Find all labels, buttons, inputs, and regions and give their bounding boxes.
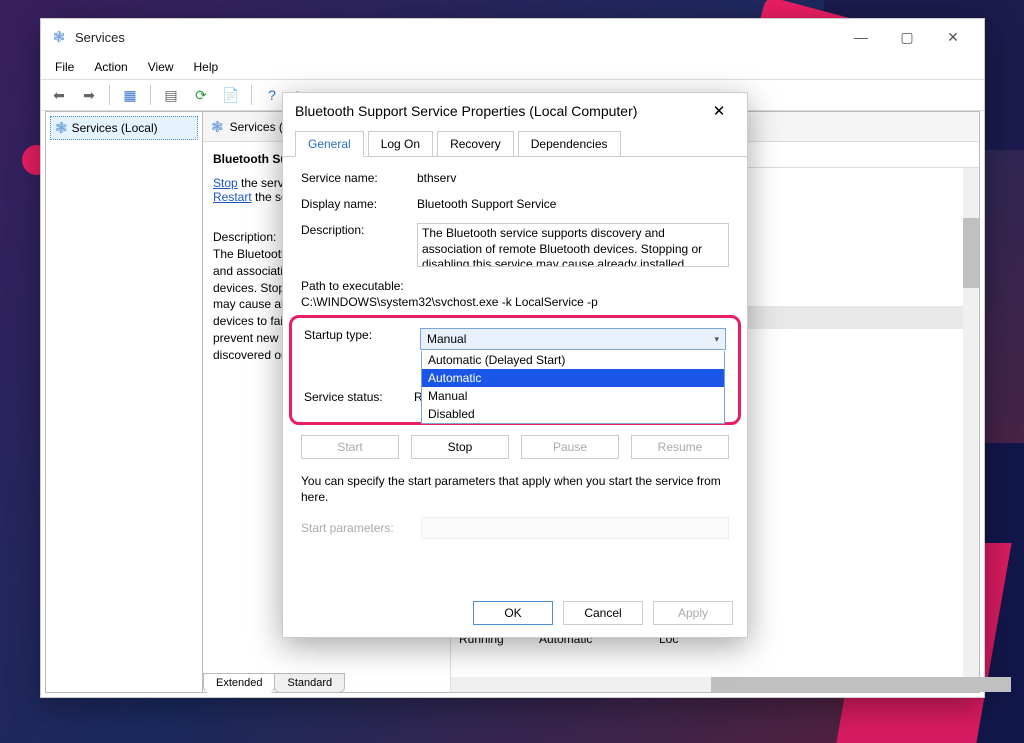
gear-icon: ❃: [211, 118, 224, 136]
horizontal-scrollbar[interactable]: [451, 677, 979, 692]
show-hide-console-tree-icon[interactable]: ▦: [116, 82, 144, 108]
stop-service-link[interactable]: Stop: [213, 176, 238, 190]
tree-services-local[interactable]: ❃ Services (Local): [50, 116, 198, 140]
service-name-label: Service name:: [301, 171, 411, 185]
maximize-button[interactable]: ▢: [884, 21, 930, 53]
tab-recovery[interactable]: Recovery: [437, 131, 514, 156]
resume-button[interactable]: Resume: [631, 435, 729, 459]
startup-current-value: Manual: [427, 332, 466, 346]
services-titlebar[interactable]: ❃ Services — ▢ ✕: [41, 19, 984, 55]
menu-action[interactable]: Action: [86, 57, 135, 77]
menu-help[interactable]: Help: [186, 57, 227, 77]
tree-label: Services (Local): [72, 121, 158, 135]
path-label: Path to executable:: [301, 279, 729, 293]
export-list-icon[interactable]: 📄: [217, 82, 245, 108]
console-tree: ❃ Services (Local): [45, 111, 203, 693]
tab-logon[interactable]: Log On: [368, 131, 433, 156]
startup-type-combobox[interactable]: Manual ▾ Automatic (Delayed Start) Autom…: [420, 328, 726, 350]
stop-button[interactable]: Stop: [411, 435, 509, 459]
display-name-value: Bluetooth Support Service: [417, 197, 729, 211]
vertical-scrollbar[interactable]: [963, 168, 979, 677]
refresh-icon[interactable]: ⟳: [187, 82, 215, 108]
menubar: File Action View Help: [41, 55, 984, 79]
tab-standard[interactable]: Standard: [274, 673, 345, 693]
startup-highlight-box: Startup type: Manual ▾ Automatic (Delaye…: [289, 315, 741, 425]
service-status-label: Service status:: [304, 390, 414, 404]
close-button[interactable]: ✕: [930, 21, 976, 53]
start-params-input: [421, 517, 729, 539]
service-name-value: bthserv: [417, 171, 729, 185]
menu-view[interactable]: View: [140, 57, 182, 77]
display-name-label: Display name:: [301, 197, 411, 211]
dialog-close-button[interactable]: ✕: [703, 97, 735, 125]
back-button[interactable]: ⬅: [45, 82, 73, 108]
minimize-button[interactable]: —: [838, 21, 884, 53]
services-title: Services: [75, 30, 125, 45]
gear-icon: ❃: [55, 119, 68, 137]
tab-extended[interactable]: Extended: [203, 673, 275, 693]
tab-dependencies[interactable]: Dependencies: [518, 131, 621, 156]
start-button[interactable]: Start: [301, 435, 399, 459]
tab-general[interactable]: General: [295, 131, 364, 157]
start-params-info: You can specify the start parameters tha…: [301, 473, 729, 505]
cancel-button[interactable]: Cancel: [563, 601, 643, 625]
dialog-title: Bluetooth Support Service Properties (Lo…: [295, 103, 637, 119]
ok-button[interactable]: OK: [473, 601, 553, 625]
properties-icon[interactable]: ▤: [157, 82, 185, 108]
option-automatic[interactable]: Automatic: [422, 369, 724, 387]
service-properties-dialog: Bluetooth Support Service Properties (Lo…: [282, 92, 748, 638]
description-label: Description:: [301, 223, 411, 237]
start-params-label: Start parameters:: [301, 521, 411, 535]
option-disabled[interactable]: Disabled: [422, 405, 724, 423]
pause-button[interactable]: Pause: [521, 435, 619, 459]
option-manual[interactable]: Manual: [422, 387, 724, 405]
option-automatic-delayed[interactable]: Automatic (Delayed Start): [422, 351, 724, 369]
restart-service-link[interactable]: Restart: [213, 190, 252, 204]
startup-type-label: Startup type:: [304, 328, 414, 342]
startup-type-dropdown: Automatic (Delayed Start) Automatic Manu…: [421, 351, 725, 424]
services-app-icon: ❃: [49, 27, 69, 47]
description-textbox[interactable]: The Bluetooth service supports discovery…: [417, 223, 729, 267]
menu-file[interactable]: File: [47, 57, 82, 77]
chevron-down-icon: ▾: [714, 334, 719, 345]
dialog-titlebar[interactable]: Bluetooth Support Service Properties (Lo…: [283, 93, 747, 129]
apply-button[interactable]: Apply: [653, 601, 733, 625]
path-value: C:\WINDOWS\system32\svchost.exe -k Local…: [301, 295, 729, 309]
forward-button[interactable]: ➡: [75, 82, 103, 108]
